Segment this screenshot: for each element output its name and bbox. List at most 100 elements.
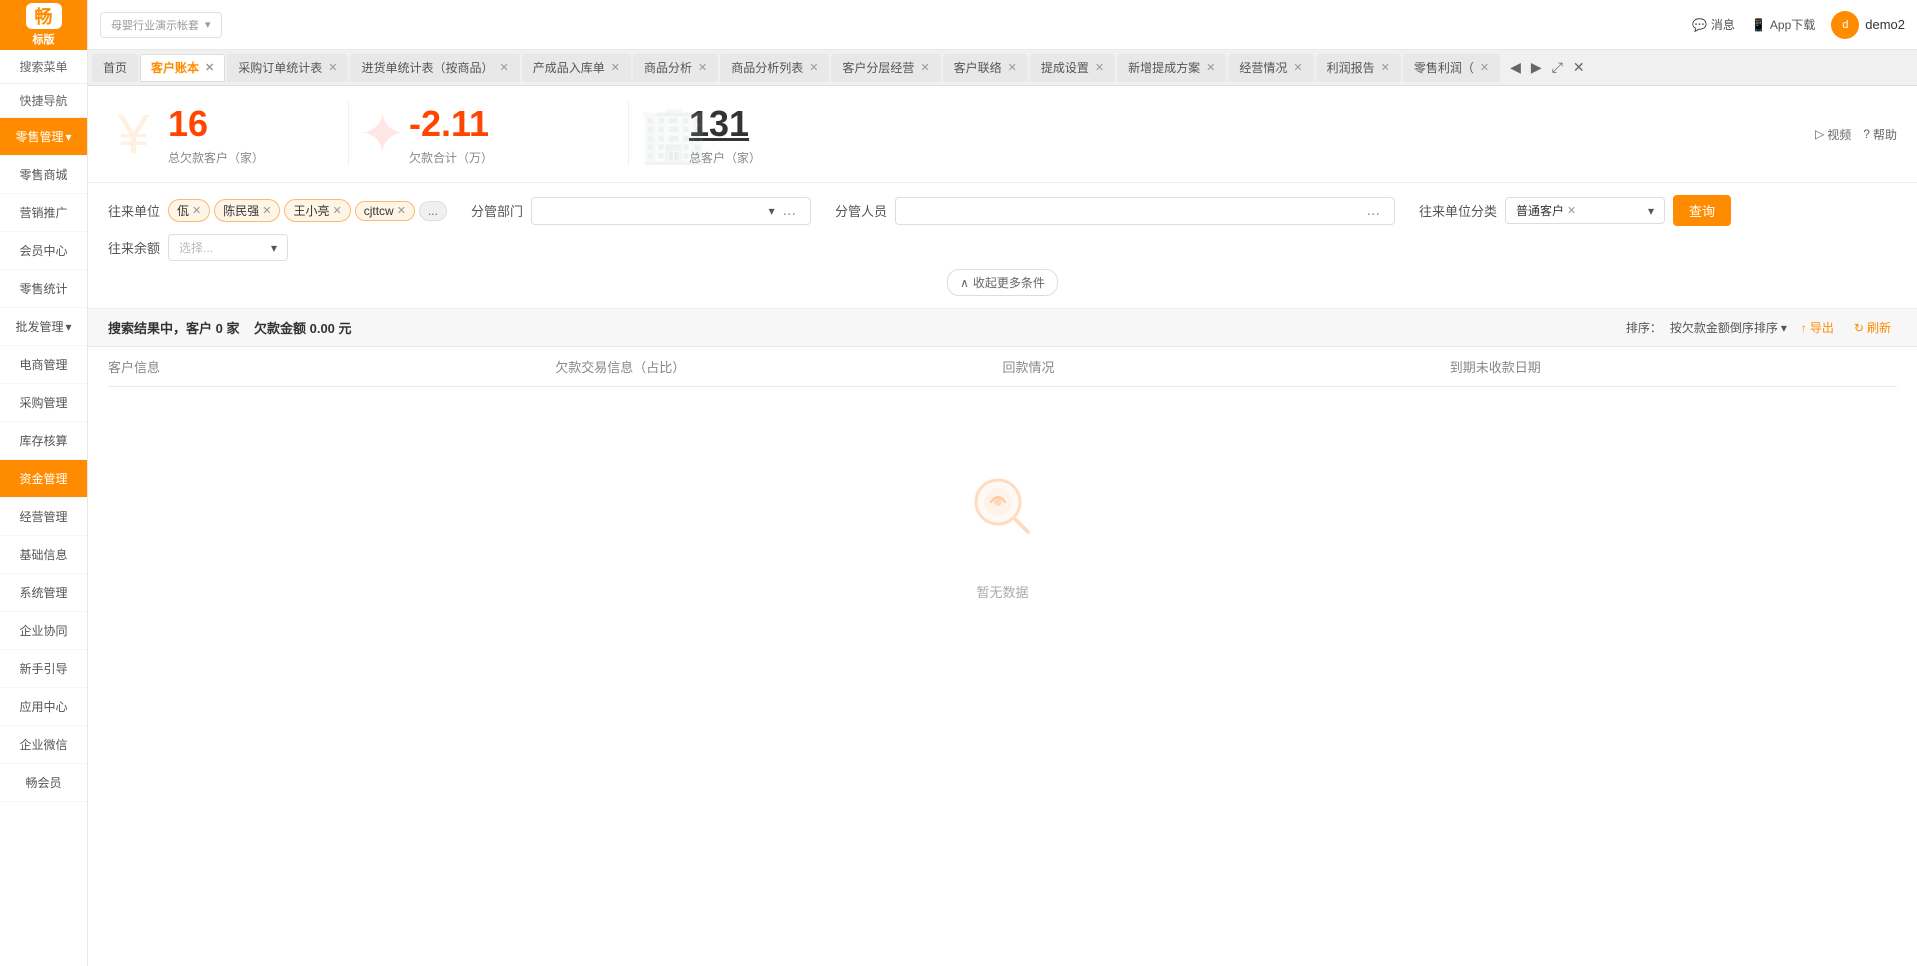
filter-tag-chenminqiang-close[interactable]: ✕ <box>262 204 271 217</box>
sidebar-item-retail-stats[interactable]: 零售统计 <box>0 270 87 308</box>
sidebar-item-member-center[interactable]: 会员中心 <box>0 232 87 270</box>
sidebar-item-app-center[interactable]: 应用中心 <box>0 688 87 726</box>
tab-home[interactable]: 首页 <box>92 54 138 82</box>
query-btn[interactable]: 查询 <box>1673 195 1731 226</box>
filter-tag-wa-close[interactable]: ✕ <box>192 204 201 217</box>
tab-inbound-stat[interactable]: 进货单统计表（按商品） ✕ <box>350 54 519 82</box>
refresh-icon: ↻ <box>1854 321 1864 335</box>
sidebar: 畅 标版 搜索菜单 快捷导航 零售管理 ▾ 零售商城 营销推广 会员中心 零售统… <box>0 0 88 966</box>
sort-select[interactable]: 按欠款金额倒序排序 ▾ <box>1670 319 1787 336</box>
person-select[interactable]: ... <box>895 197 1395 225</box>
tab-close-raise-settings[interactable]: ✕ <box>1095 61 1104 74</box>
filter-tag-wangxiaoliang: 王小亮 ✕ <box>284 199 350 222</box>
filter-tags-unit: 佤 ✕ 陈民强 ✕ 王小亮 ✕ cjttcw ✕ ... <box>168 199 447 222</box>
tab-purchase-order[interactable]: 采购订单统计表 ✕ <box>227 54 348 82</box>
collapse-filter-btn[interactable]: ∧ 收起更多条件 <box>947 269 1058 296</box>
search-actions: 排序： 按欠款金额倒序排序 ▾ ↑ 导出 ↻ 刷新 <box>1626 317 1897 338</box>
app-download-btn[interactable]: 📱 App下载 <box>1751 16 1815 33</box>
sidebar-item-search-menu[interactable]: 搜索菜单 <box>0 50 87 84</box>
sidebar-item-quick-nav[interactable]: 快捷导航 <box>0 84 87 118</box>
sidebar-item-guide[interactable]: 新手引导 <box>0 650 87 688</box>
export-icon: ↑ <box>1801 321 1807 335</box>
sidebar-item-ecommerce[interactable]: 电商管理 <box>0 346 87 384</box>
tab-close-purchase-order[interactable]: ✕ <box>328 61 337 74</box>
stat-total-debt: ✦ -2.11 欠款合计（万） <box>348 102 628 166</box>
filter-tag-chenminqiang: 陈民强 ✕ <box>214 199 280 222</box>
tab-maximize-icon[interactable]: ⤢ <box>1548 57 1567 78</box>
sidebar-item-system[interactable]: 系统管理 <box>0 574 87 612</box>
sidebar-item-batch-mgmt[interactable]: 批发管理 ▾ <box>0 308 87 346</box>
table-container: 客户信息 欠款交易信息（占比） 回款情况 到期未收款日期 <box>88 347 1917 681</box>
tab-retail-profit[interactable]: 零售利润（ ✕ <box>1403 54 1500 82</box>
tab-close-business-status[interactable]: ✕ <box>1293 61 1302 74</box>
tab-customer-capital[interactable]: 客户账本 ✕ <box>140 54 225 82</box>
filter-tag-more[interactable]: ... <box>419 201 447 221</box>
tab-business-status[interactable]: 经营情况 ✕ <box>1228 54 1313 82</box>
sidebar-item-inventory[interactable]: 库存核算 <box>0 422 87 460</box>
total-customers-value: 16 <box>168 102 208 145</box>
sidebar-item-wechat[interactable]: 企业微信 <box>0 726 87 764</box>
chevron-down-icon: ▾ <box>769 204 775 218</box>
filter-row-1: 往来单位 佤 ✕ 陈民强 ✕ 王小亮 ✕ cjttcw <box>108 195 1897 226</box>
account-selector[interactable]: 母婴行业演示帐套 ▾ <box>100 12 222 38</box>
sidebar-item-retail-mgmt[interactable]: 零售管理 ▾ <box>0 118 87 156</box>
empty-state: 暂无数据 <box>108 387 1897 681</box>
stat-total-customers: ¥ 16 总欠款客户（家） <box>108 102 348 166</box>
filter-row-2: 往来余额 选择... ▾ <box>108 234 1897 261</box>
tab-product-analysis[interactable]: 商品分析 ✕ <box>633 54 718 82</box>
table-col-customer: 客户信息 <box>108 357 555 376</box>
video-help-btn[interactable]: ▷ 视频 <box>1815 126 1851 143</box>
user-menu[interactable]: d demo2 <box>1831 11 1905 39</box>
balance-select[interactable]: 选择... ▾ <box>168 234 288 261</box>
tab-new-raise[interactable]: 新增提成方案 ✕ <box>1117 54 1226 82</box>
filter-tag-wangxiaoliang-close[interactable]: ✕ <box>333 204 342 217</box>
unit-class-label: 往来单位分类 <box>1419 201 1497 220</box>
tab-close-product-analysis[interactable]: ✕ <box>698 61 707 74</box>
main-area: 母婴行业演示帐套 ▾ 💬 消息 📱 App下载 d demo2 首页 客户账本 … <box>88 0 1917 966</box>
stats-help: ▷ 视频 ? 帮助 <box>1815 126 1897 143</box>
sidebar-item-finance[interactable]: 资金管理 <box>0 460 87 498</box>
filter-tag-wa: 佤 ✕ <box>168 199 210 222</box>
unit-class-select[interactable]: 普通客户 ✕ ▾ <box>1505 197 1665 224</box>
sidebar-item-purchase[interactable]: 采购管理 <box>0 384 87 422</box>
tab-close-customer-contact[interactable]: ✕ <box>1008 61 1017 74</box>
tab-close-all-icon[interactable]: ✕ <box>1569 57 1589 78</box>
sidebar-item-enterprise[interactable]: 企业协同 <box>0 612 87 650</box>
dept-select[interactable]: ▾ ... <box>531 197 811 225</box>
chevron-down-icon: ▾ <box>205 18 211 31</box>
sidebar-item-basic-info[interactable]: 基础信息 <box>0 536 87 574</box>
tab-customer-contact[interactable]: 客户联络 ✕ <box>943 54 1028 82</box>
tab-close-customer-capital[interactable]: ✕ <box>205 61 214 74</box>
tab-scroll-right-icon[interactable]: ▶ <box>1527 57 1546 78</box>
tab-product-inbound[interactable]: 产成品入库单 ✕ <box>522 54 631 82</box>
chevron-down-icon: ▾ <box>1781 321 1787 335</box>
filter-tag-normal-customer-close[interactable]: ✕ <box>1567 204 1576 217</box>
tab-profit-report[interactable]: 利润报告 ✕ <box>1316 54 1401 82</box>
tab-close-product-analysis-list[interactable]: ✕ <box>809 61 818 74</box>
phone-icon: 📱 <box>1751 18 1766 32</box>
message-btn[interactable]: 💬 消息 <box>1692 16 1735 33</box>
tab-close-profit-report[interactable]: ✕ <box>1381 61 1390 74</box>
tab-close-new-raise[interactable]: ✕ <box>1206 61 1215 74</box>
tab-close-retail-profit[interactable]: ✕ <box>1480 61 1489 74</box>
total-customers-label: 总欠款客户（家） <box>168 149 264 166</box>
person-filter-dots[interactable]: ... <box>1363 202 1384 220</box>
play-icon: ▷ <box>1815 127 1824 141</box>
sidebar-item-retail-mall[interactable]: 零售商城 <box>0 156 87 194</box>
sidebar-item-member[interactable]: 畅会员 <box>0 764 87 802</box>
doc-help-btn[interactable]: ? 帮助 <box>1863 126 1897 143</box>
export-btn[interactable]: ↑ 导出 <box>1795 317 1840 338</box>
stats-bar: ¥ 16 总欠款客户（家） ✦ -2.11 欠款合计（万） 🏢 131 总客户（… <box>88 86 1917 183</box>
tab-close-product-inbound[interactable]: ✕ <box>611 61 620 74</box>
tab-product-analysis-list[interactable]: 商品分析列表 ✕ <box>720 54 829 82</box>
sidebar-item-marketing[interactable]: 营销推广 <box>0 194 87 232</box>
tab-close-inbound-stat[interactable]: ✕ <box>500 61 509 74</box>
filter-tag-cjttcw-close[interactable]: ✕ <box>397 204 406 217</box>
tab-customer-tier[interactable]: 客户分层经营 ✕ <box>831 54 940 82</box>
refresh-btn[interactable]: ↻ 刷新 <box>1848 317 1897 338</box>
sidebar-item-operations[interactable]: 经营管理 <box>0 498 87 536</box>
tab-raise-settings[interactable]: 提成设置 ✕ <box>1030 54 1115 82</box>
tab-close-customer-tier[interactable]: ✕ <box>920 61 929 74</box>
tab-scroll-left-icon[interactable]: ◀ <box>1506 57 1525 78</box>
dept-filter-dots[interactable]: ... <box>779 202 800 220</box>
